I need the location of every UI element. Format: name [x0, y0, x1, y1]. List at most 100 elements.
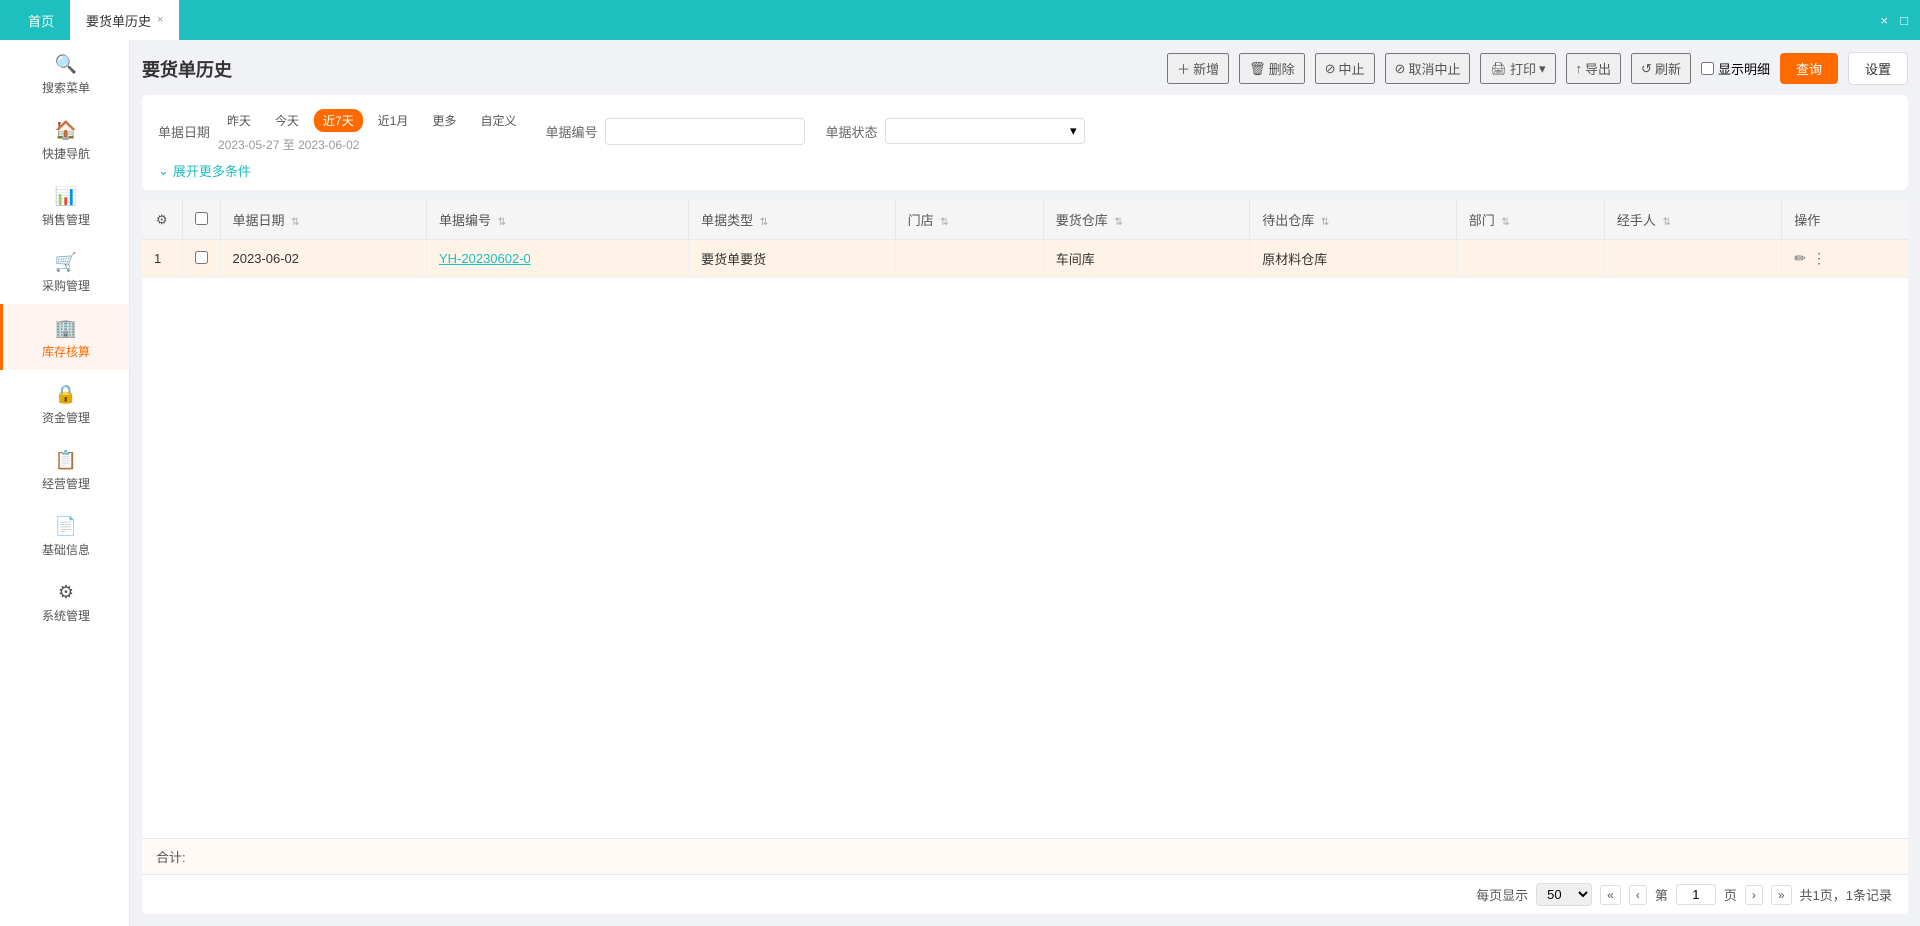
sidebar-item-basic-info-label: 基础信息 — [42, 541, 90, 558]
th-req-warehouse[interactable]: 要货仓库 ⇅ — [1043, 200, 1250, 240]
sidebar-item-search-menu[interactable]: 🔍 搜索菜单 — [0, 40, 129, 106]
doc-no-input[interactable] — [605, 118, 805, 145]
refresh-button[interactable]: ↺ 刷新 — [1631, 53, 1691, 84]
prev-page-btn[interactable]: ‹ — [1629, 885, 1647, 905]
next-page-btn[interactable]: › — [1745, 885, 1763, 905]
query-button[interactable]: 查询 — [1780, 53, 1838, 84]
row-edit-btn[interactable]: ✏ — [1794, 250, 1806, 267]
th-handler-label: 经手人 — [1617, 213, 1656, 228]
th-doc-no[interactable]: 单据编号 ⇅ — [427, 200, 689, 240]
date-btn-yesterday[interactable]: 昨天 — [218, 109, 260, 132]
date-btn-more[interactable]: 更多 — [423, 109, 465, 132]
date-btn-1month[interactable]: 近1月 — [369, 109, 418, 132]
date-btn-custom[interactable]: 自定义 — [471, 109, 525, 132]
date-filter-buttons: 昨天 今天 近7天 近1月 更多 自定义 2023-05-27 至 2023-0… — [218, 109, 525, 153]
sidebar-item-sales-mgmt[interactable]: 📊 销售管理 — [0, 172, 129, 238]
delete-icon: 🗑 — [1249, 61, 1266, 77]
page-size-select[interactable]: 20 50 100 — [1536, 883, 1592, 906]
display-detail-checkbox[interactable] — [1701, 62, 1714, 75]
sidebar-item-ops-mgmt[interactable]: 📋 经营管理 — [0, 436, 129, 502]
date-range-display: 2023-05-27 至 2023-06-02 — [218, 136, 525, 153]
add-icon: ＋ — [1177, 59, 1190, 78]
th-handler[interactable]: 经手人 ⇅ — [1604, 200, 1781, 240]
table-footer: 合计: — [142, 838, 1908, 874]
toolbar: ＋ 新增 🗑 删除 ⊘ 中止 ⊘ 取消中止 🖨 打印 — [1167, 52, 1908, 85]
td-doc-no: YH-20230602-0 — [427, 240, 689, 278]
tab-requisition-history[interactable]: 要货单历史 × — [70, 0, 179, 40]
maximize-window-btn[interactable]: □ — [1900, 13, 1908, 28]
stop-button[interactable]: ⊘ 中止 — [1315, 53, 1375, 84]
td-pending-warehouse: 原材料仓库 — [1250, 240, 1457, 278]
add-button[interactable]: ＋ 新增 — [1167, 53, 1229, 84]
tab-requisition-history-label: 要货单历史 — [86, 11, 151, 30]
system-mgmt-icon: ⚙ — [58, 582, 74, 603]
close-window-btn[interactable]: × — [1881, 13, 1889, 28]
sidebar-item-finance-mgmt[interactable]: 🔒 资金管理 — [0, 370, 129, 436]
th-pending-warehouse-sort-icon: ⇅ — [1321, 217, 1329, 228]
date-btn-today[interactable]: 今天 — [266, 109, 308, 132]
th-settings[interactable]: ⚙ — [142, 200, 182, 240]
filter-row: 单据日期 昨天 今天 近7天 近1月 更多 自定义 2023-05-27 至 2… — [158, 109, 1892, 153]
sidebar-item-finance-mgmt-label: 资金管理 — [42, 409, 90, 426]
pagination-area: 每页显示 20 50 100 « ‹ 第 页 › » 共1页，1条记录 — [142, 874, 1908, 914]
date-btn-group: 昨天 今天 近7天 近1月 更多 自定义 — [218, 109, 525, 132]
sidebar: 🔍 搜索菜单 🏠 快捷导航 📊 销售管理 🛒 采购管理 🏢 库存核算 🔒 资金管… — [0, 40, 130, 926]
row-more-btn[interactable]: ⋮ — [1812, 250, 1826, 267]
doc-no-filter: 单据编号 — [545, 118, 805, 145]
ops-mgmt-icon: 📋 — [55, 450, 77, 471]
export-icon: ↑ — [1576, 61, 1583, 76]
th-checkbox — [182, 200, 220, 240]
add-label: 新增 — [1193, 59, 1219, 78]
doc-no-label: 单据编号 — [545, 122, 597, 141]
expand-more-btn[interactable]: ⌄ 展开更多条件 — [158, 161, 1892, 180]
status-label: 单据状态 — [825, 122, 877, 141]
cancel-stop-icon: ⊘ — [1395, 61, 1406, 77]
content-area: 要货单历史 ＋ 新增 🗑 删除 ⊘ 中止 ⊘ 取消中止 — [130, 40, 1920, 926]
doc-no-link[interactable]: YH-20230602-0 — [439, 251, 531, 266]
sidebar-item-quick-nav[interactable]: 🏠 快捷导航 — [0, 106, 129, 172]
th-doc-no-sort-icon: ⇅ — [498, 217, 506, 228]
select-all-checkbox[interactable] — [195, 212, 208, 225]
basic-info-icon: 📄 — [55, 516, 77, 537]
sidebar-item-basic-info[interactable]: 📄 基础信息 — [0, 502, 129, 568]
th-pending-warehouse-label: 待出仓库 — [1262, 213, 1314, 228]
status-select[interactable]: ▾ — [885, 118, 1085, 144]
sidebar-item-system-mgmt[interactable]: ⚙ 系统管理 — [0, 568, 129, 634]
th-req-warehouse-sort-icon: ⇅ — [1114, 217, 1122, 228]
sidebar-item-purchase-mgmt[interactable]: 🛒 采购管理 — [0, 238, 129, 304]
cancel-stop-button[interactable]: ⊘ 取消中止 — [1385, 53, 1471, 84]
row-checkbox[interactable] — [195, 251, 208, 264]
th-doc-type[interactable]: 单据类型 ⇅ — [689, 200, 896, 240]
td-doc-type: 要货单要货 — [689, 240, 896, 278]
tab-home[interactable]: 首页 — [12, 0, 70, 40]
sales-mgmt-icon: 📊 — [55, 186, 77, 207]
last-page-btn[interactable]: » — [1771, 885, 1792, 905]
th-pending-warehouse[interactable]: 待出仓库 ⇅ — [1250, 200, 1457, 240]
display-detail-label[interactable]: 显示明细 — [1701, 59, 1770, 78]
page-header: 要货单历史 ＋ 新增 🗑 删除 ⊘ 中止 ⊘ 取消中止 — [142, 52, 1908, 85]
delete-label: 删除 — [1269, 59, 1295, 78]
settings-button[interactable]: 设置 — [1848, 52, 1908, 85]
td-index: 1 — [142, 240, 182, 278]
date-btn-7days[interactable]: 近7天 — [314, 109, 363, 132]
print-button[interactable]: 🖨 打印 ▾ — [1480, 53, 1555, 84]
td-handler — [1604, 240, 1781, 278]
sidebar-item-inventory[interactable]: 🏢 库存核算 — [0, 304, 129, 370]
export-button[interactable]: ↑ 导出 — [1566, 53, 1622, 84]
th-actions: 操作 — [1782, 200, 1908, 240]
first-page-btn[interactable]: « — [1600, 885, 1621, 905]
table-area: ⚙ 单据日期 ⇅ 单据编号 ⇅ — [142, 200, 1908, 914]
filter-area: 单据日期 昨天 今天 近7天 近1月 更多 自定义 2023-05-27 至 2… — [142, 95, 1908, 190]
sum-label: 合计: — [156, 847, 186, 866]
page-number-input[interactable] — [1676, 884, 1716, 905]
th-dept[interactable]: 部门 ⇅ — [1456, 200, 1604, 240]
close-tab-icon[interactable]: × — [157, 14, 163, 26]
th-doc-date[interactable]: 单据日期 ⇅ — [220, 200, 427, 240]
td-checkbox — [182, 240, 220, 278]
th-handler-sort-icon: ⇅ — [1663, 217, 1671, 228]
th-store[interactable]: 门店 ⇅ — [895, 200, 1043, 240]
quick-nav-icon: 🏠 — [55, 120, 77, 141]
top-bar-right: × □ — [1881, 13, 1908, 28]
delete-button[interactable]: 🗑 删除 — [1239, 53, 1305, 84]
th-doc-no-label: 单据编号 — [439, 213, 491, 228]
